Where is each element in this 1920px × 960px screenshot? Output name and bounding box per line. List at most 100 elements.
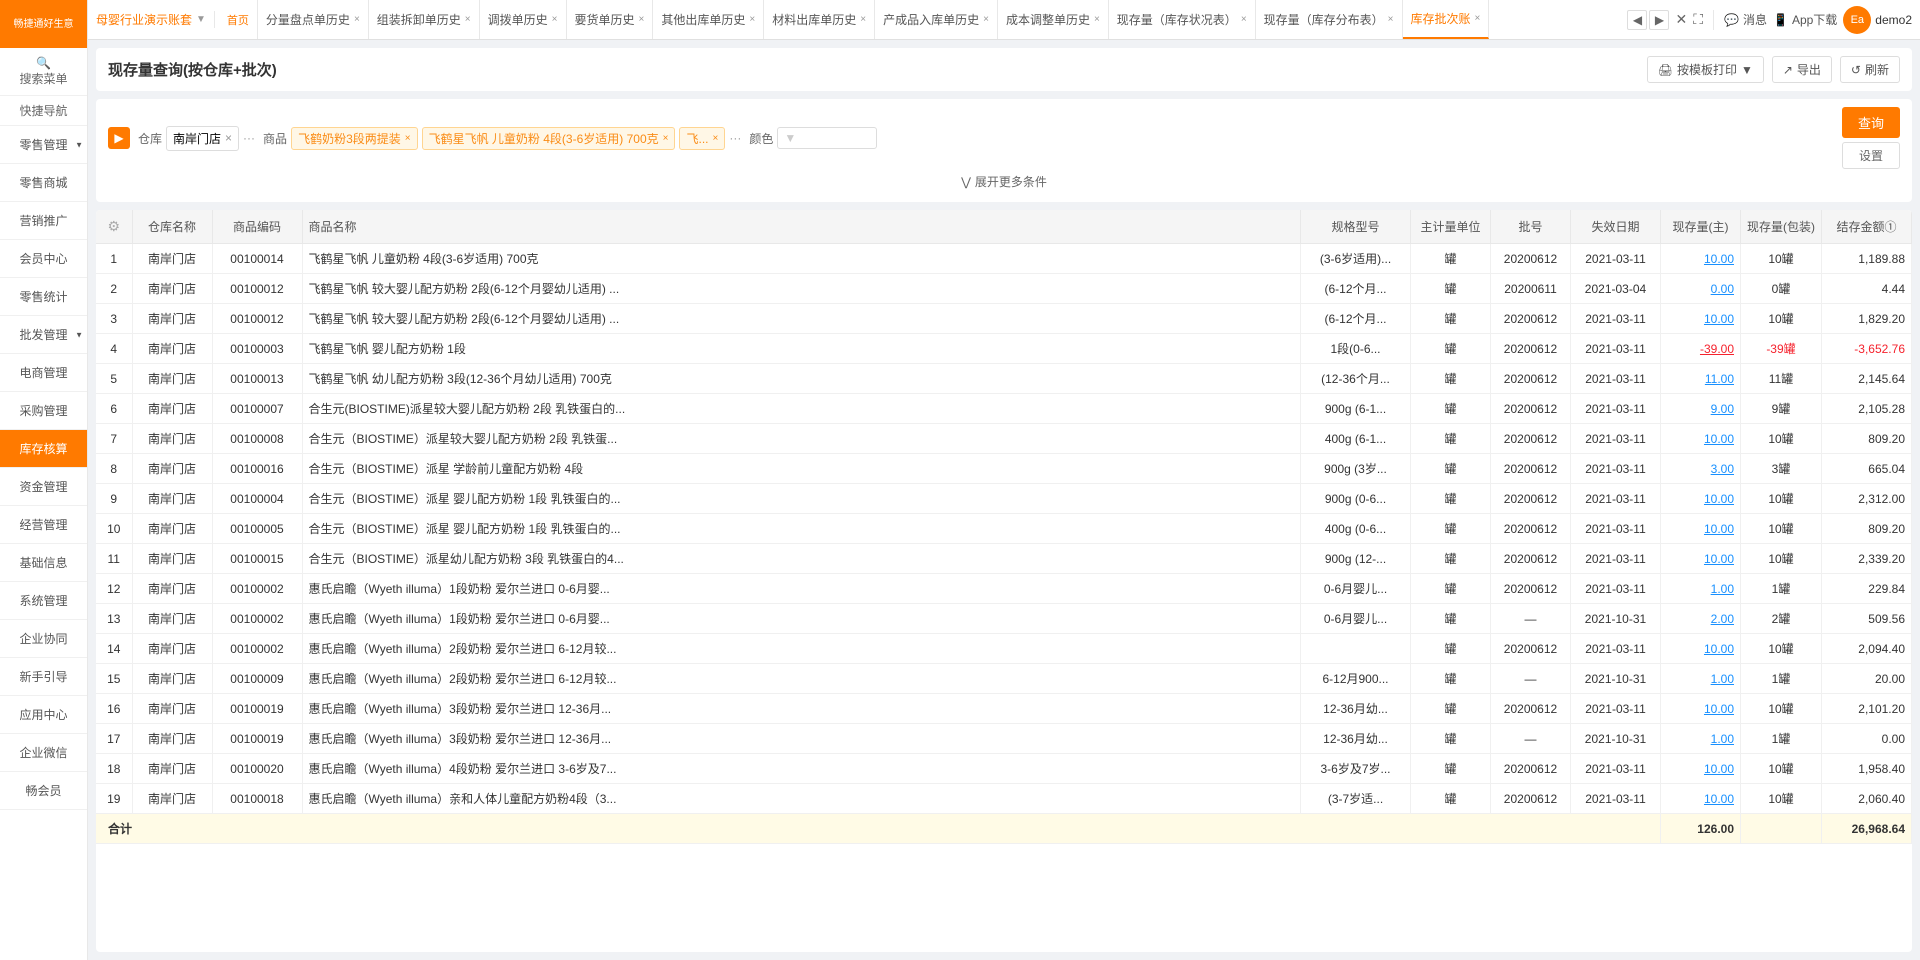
th-settings[interactable]: ⚙ [96,210,132,244]
row-qty-main[interactable]: 10.00 [1661,514,1741,544]
tab-close-8[interactable]: × [1241,14,1247,25]
tab-8[interactable]: 现存量（库存状况表）× [1109,0,1256,39]
tab-10[interactable]: 库存批次账× [1403,0,1490,39]
sidebar-item-operations[interactable]: 经营管理 [0,506,87,544]
sidebar-item-retail[interactable]: 零售管理 ▼ [0,126,87,164]
tab-6[interactable]: 产成品入库单历史× [875,0,998,39]
row-qty-main[interactable]: 10.00 [1661,694,1741,724]
user-area[interactable]: Ea demo2 [1843,6,1912,34]
sidebar-search[interactable]: 🔍 搜索菜单 [0,48,87,96]
close-tab-button[interactable]: ✕ [1675,11,1687,28]
product-tag-1[interactable]: 飞鹤星飞帆 儿童奶粉 4段(3-6岁适用) 700克 × [422,127,676,150]
tab-close-9[interactable]: × [1388,14,1394,25]
column-settings-icon[interactable]: ⚙ [107,218,120,234]
sidebar-item-member2[interactable]: 畅会员 [0,772,87,810]
row-qty-main[interactable]: 10.00 [1661,424,1741,454]
row-qty-main[interactable]: 9.00 [1661,394,1741,424]
message-action[interactable]: 💬 消息 [1724,11,1767,28]
sidebar-item-retail-shop[interactable]: 零售商城 [0,164,87,202]
dropdown-title[interactable]: 母婴行业演示账套 [96,11,192,28]
row-qty-main[interactable]: 11.00 [1661,364,1741,394]
row-qty-main[interactable]: 10.00 [1661,484,1741,514]
sidebar-item-system[interactable]: 系统管理 [0,582,87,620]
row-qty-main[interactable]: 10.00 [1661,634,1741,664]
sidebar-item-purchase[interactable]: 采购管理 [0,392,87,430]
remove-tag-1[interactable]: × [663,133,669,144]
row-qty-main[interactable]: 3.00 [1661,454,1741,484]
tab-close-1[interactable]: × [465,14,471,25]
row-qty-main[interactable]: 1.00 [1661,664,1741,694]
sidebar-quick-nav[interactable]: 快捷导航 [0,96,87,126]
sidebar-item-retail-stats[interactable]: 零售统计 [0,278,87,316]
template-print-button[interactable]: 🖨 按模板打印 ▼ [1647,56,1764,83]
sidebar-item-wholesale[interactable]: 批发管理 ▼ [0,316,87,354]
tab-close-4[interactable]: × [749,14,755,25]
tab-close-2[interactable]: × [552,14,558,25]
sidebar-item-inventory[interactable]: 库存核算 [0,430,87,468]
expand-more-button[interactable]: ⋁ 展开更多条件 [108,169,1900,194]
close-icon[interactable]: × [225,131,232,145]
tab-close-10[interactable]: × [1475,13,1481,24]
row-qty-main[interactable]: 0.00 [1661,274,1741,304]
row-qty-main[interactable]: 10.00 [1661,304,1741,334]
ellipsis-button[interactable]: ··· [243,131,255,145]
row-unit: 罐 [1411,574,1491,604]
row-qty-main[interactable]: 10.00 [1661,244,1741,274]
app-download-action[interactable]: 📱 App下载 [1773,11,1837,28]
tab-close-7[interactable]: × [1094,14,1100,25]
table-row: 11 南岸门店 00100015 合生元（BIOSTIME）派星幼儿配方奶粉 3… [96,544,1912,574]
tab-close-6[interactable]: × [983,14,989,25]
sidebar-item-apps[interactable]: 应用中心 [0,696,87,734]
row-spec: (12-36个月... [1301,364,1411,394]
filter-expand-button[interactable]: ▶ [108,127,130,149]
tab-5[interactable]: 材料出库单历史× [764,0,875,39]
tab-close-0[interactable]: × [354,14,360,25]
tab-2[interactable]: 调拨单历史× [480,0,567,39]
tab-1[interactable]: 组装拆卸单历史× [369,0,480,39]
sidebar-item-wechat[interactable]: 企业微信 [0,734,87,772]
tab-close-3[interactable]: × [639,14,645,25]
query-button[interactable]: 查询 [1842,107,1900,138]
tab-4[interactable]: 其他出库单历史× [653,0,764,39]
tab-close-5[interactable]: × [860,14,866,25]
sidebar-item-finance[interactable]: 资金管理 [0,468,87,506]
refresh-button[interactable]: ↺ 刷新 [1840,56,1900,83]
maximize-button[interactable]: ⛶ [1693,11,1703,28]
sidebar-item-enterprise[interactable]: 企业协同 [0,620,87,658]
row-code: 00100002 [212,634,302,664]
row-qty-main[interactable]: 10.00 [1661,754,1741,784]
sidebar-item-member[interactable]: 会员中心 [0,240,87,278]
row-qty-main[interactable]: 1.00 [1661,574,1741,604]
row-qty-main[interactable]: 1.00 [1661,724,1741,754]
row-qty-main[interactable]: -39.00 [1661,334,1741,364]
row-qty-main[interactable]: 10.00 [1661,784,1741,814]
row-index: 11 [96,544,132,574]
nav-next-arrow[interactable]: ▶ [1649,10,1669,30]
settings-button[interactable]: 设置 [1842,142,1900,169]
product-ellipsis-button[interactable]: ··· [729,131,741,145]
sidebar-item-ecommerce[interactable]: 电商管理 [0,354,87,392]
row-qty-main[interactable]: 2.00 [1661,604,1741,634]
remove-tag-2[interactable]: × [713,133,719,144]
row-warehouse: 南岸门店 [132,304,212,334]
sidebar-item-guide[interactable]: 新手引导 [0,658,87,696]
sidebar-item-basic[interactable]: 基础信息 [0,544,87,582]
row-qty-main[interactable]: 10.00 [1661,544,1741,574]
row-unit: 罐 [1411,454,1491,484]
warehouse-input[interactable]: 南岸门店 × [166,126,239,151]
nav-prev-arrow[interactable]: ◀ [1627,10,1647,30]
product-tag-0[interactable]: 飞鹤奶粉3段两提装 × [291,127,418,150]
row-expire: 2021-03-11 [1571,424,1661,454]
tab-home[interactable]: 首页 [219,0,258,39]
product-tag-2[interactable]: 飞... × [679,127,725,150]
export-button[interactable]: ↗ 导出 [1772,56,1832,83]
tab-3[interactable]: 要货单历史× [567,0,654,39]
tab-0[interactable]: 分量盘点单历史× [258,0,369,39]
sidebar-item-marketing[interactable]: 营销推广 [0,202,87,240]
color-input[interactable]: ▼ [777,127,877,149]
remove-tag-0[interactable]: × [405,133,411,144]
tab-9[interactable]: 现存量（库存分布表）× [1256,0,1403,39]
row-code: 00100012 [212,304,302,334]
tab-7[interactable]: 成本调整单历史× [998,0,1109,39]
row-code: 00100007 [212,394,302,424]
